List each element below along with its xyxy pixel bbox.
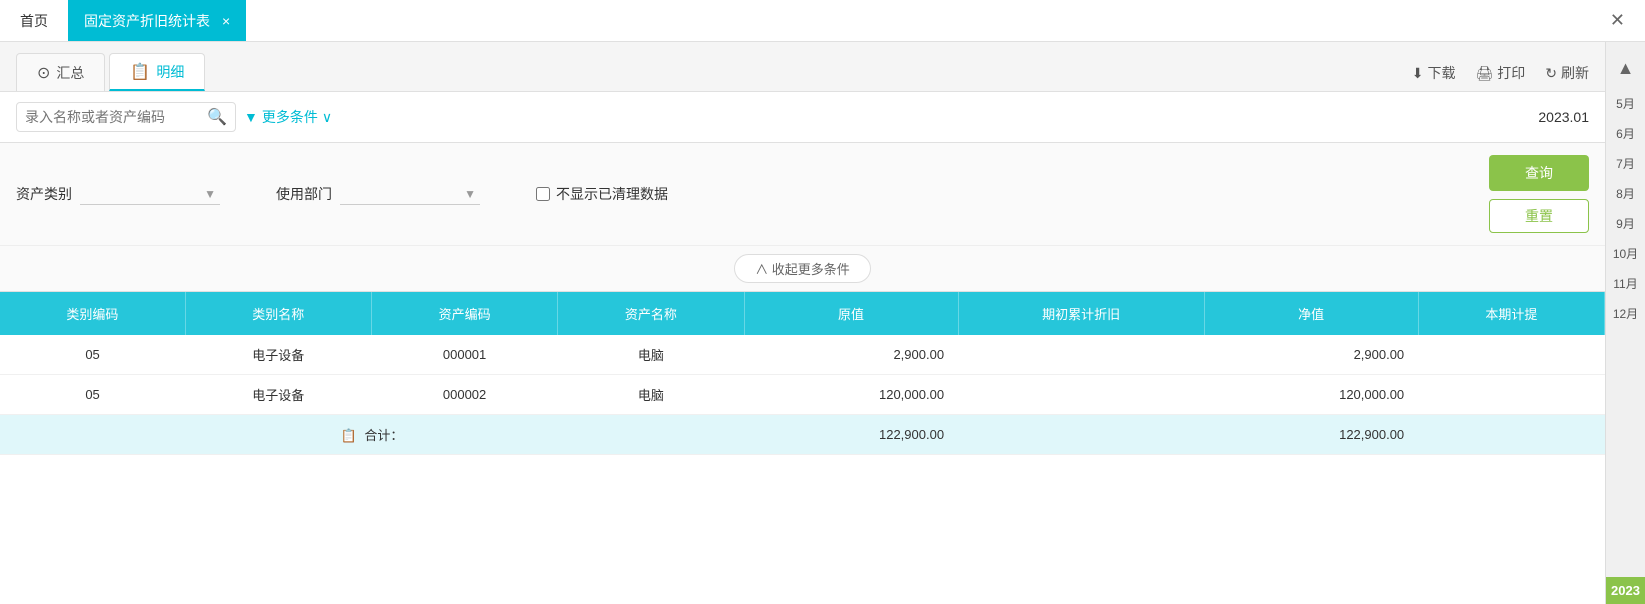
search-input[interactable] (25, 109, 207, 125)
data-table: 类别编码 类别名称 资产编码 资产名称 原值 期初累计折旧 净值 本期计提 05… (0, 292, 1605, 455)
cell-category-name: 电子设备 (185, 335, 371, 375)
cell-net-value: 120,000.00 (1204, 375, 1418, 415)
tab-detail-label: 明细 (156, 62, 184, 82)
asset-category-select[interactable] (80, 184, 220, 205)
col-asset-name: 资产名称 (558, 292, 744, 335)
sidebar-months: 5月6月7月8月9月10月11月12月 (1613, 88, 1638, 328)
download-icon: ⬇ (1412, 65, 1424, 82)
no-clear-label: 不显示已清理数据 (556, 184, 668, 204)
sidebar-month-item[interactable]: 8月 (1613, 178, 1638, 208)
sidebar-up-button[interactable]: ▲ (1608, 50, 1644, 86)
more-filters-button[interactable]: ▼ 更多条件 ∨ (244, 107, 332, 127)
collapse-button[interactable]: ∧ 收起更多条件 (734, 254, 871, 283)
print-label: 打印 (1497, 63, 1525, 83)
table-row: 05 电子设备 000002 电脑 120,000.00 120,000.00 (0, 375, 1605, 415)
reset-button[interactable]: 重置 (1489, 199, 1589, 233)
sub-tabs-bar: ⊙ 汇总 📋 明细 ⬇ 下载 🖨 打印 ↻ 刷新 (0, 42, 1605, 92)
cell-original-value: 2,900.00 (744, 335, 958, 375)
print-button[interactable]: 🖨 打印 (1475, 63, 1525, 83)
usage-dept-select-wrap: ▼ (340, 184, 480, 205)
cell-asset-name: 电脑 (558, 335, 744, 375)
total-accumulated-dep (958, 415, 1204, 455)
more-filters-label: 更多条件 (262, 107, 318, 127)
download-button[interactable]: ⬇ 下载 (1412, 63, 1456, 83)
window-close-button[interactable]: ✕ (1590, 0, 1645, 41)
home-tab[interactable]: 首页 (0, 0, 68, 41)
cell-accumulated-dep (958, 375, 1204, 415)
query-button[interactable]: 查询 (1489, 155, 1589, 191)
total-icon: 📋 (341, 428, 357, 443)
collapse-row: ∧ 收起更多条件 (0, 246, 1605, 292)
active-tab-label: 固定资产折旧统计表 (84, 11, 210, 31)
asset-category-label: 资产类别 (16, 184, 72, 204)
right-sidebar: ▲ 5月6月7月8月9月10月11月12月 2023 (1605, 42, 1645, 604)
no-clear-checkbox[interactable] (536, 187, 550, 201)
no-clear-checkbox-group: 不显示已清理数据 (536, 184, 668, 204)
content-area: ⊙ 汇总 📋 明细 ⬇ 下载 🖨 打印 ↻ 刷新 (0, 42, 1645, 604)
sidebar-month-item[interactable]: 5月 (1613, 88, 1638, 118)
cell-category-name: 电子设备 (185, 375, 371, 415)
refresh-button[interactable]: ↻ 刷新 (1545, 63, 1589, 83)
col-current-dep: 本期计提 (1418, 292, 1604, 335)
refresh-label: 刷新 (1561, 63, 1589, 83)
total-label: 📋 合计： (0, 415, 744, 455)
sidebar-month-item[interactable]: 9月 (1613, 208, 1638, 238)
sidebar-month-item[interactable]: 11月 (1613, 268, 1638, 298)
search-icon[interactable]: 🔍 (207, 107, 227, 127)
detail-icon: 📋 (130, 62, 150, 82)
total-current-dep (1418, 415, 1604, 455)
cell-net-value: 2,900.00 (1204, 335, 1418, 375)
cell-asset-code: 000001 (371, 335, 557, 375)
asset-category-filter: 资产类别 ▼ (16, 184, 236, 205)
sidebar-year[interactable]: 2023 (1606, 577, 1645, 604)
sidebar-month-item[interactable]: 6月 (1613, 118, 1638, 148)
total-original-value: 122,900.00 (744, 415, 958, 455)
col-original-value: 原值 (744, 292, 958, 335)
action-buttons: 查询 重置 (1489, 155, 1589, 233)
col-category-code: 类别编码 (0, 292, 185, 335)
toolbar-right: ⬇ 下载 🖨 打印 ↻ 刷新 (1412, 63, 1589, 83)
table-wrap: 类别编码 类别名称 资产编码 资产名称 原值 期初累计折旧 净值 本期计提 05… (0, 292, 1605, 604)
sidebar-month-item[interactable]: 7月 (1613, 148, 1638, 178)
tab-close-button[interactable]: × (222, 13, 230, 29)
date-display: 2023.01 (1538, 109, 1589, 125)
tab-summary[interactable]: ⊙ 汇总 (16, 53, 105, 91)
asset-category-select-wrap: ▼ (80, 184, 220, 205)
cell-asset-code: 000002 (371, 375, 557, 415)
download-label: 下载 (1427, 63, 1455, 83)
col-net-value: 净值 (1204, 292, 1418, 335)
cell-original-value: 120,000.00 (744, 375, 958, 415)
chevron-down-icon: ∨ (322, 109, 332, 126)
table-row: 05 电子设备 000001 电脑 2,900.00 2,900.00 (0, 335, 1605, 375)
table-total-row: 📋 合计： 122,900.00 122,900.00 (0, 415, 1605, 455)
top-nav: 首页 固定资产折旧统计表 × ✕ (0, 0, 1645, 42)
usage-dept-filter: 使用部门 ▼ (276, 184, 496, 205)
search-bar: 🔍 ▼ 更多条件 ∨ 2023.01 (0, 92, 1605, 143)
filter-icon: ▼ (244, 109, 258, 125)
table-header-row: 类别编码 类别名称 资产编码 资产名称 原值 期初累计折旧 净值 本期计提 (0, 292, 1605, 335)
cell-category-code: 05 (0, 375, 185, 415)
total-net-value: 122,900.00 (1204, 415, 1418, 455)
col-asset-code: 资产编码 (371, 292, 557, 335)
summary-icon: ⊙ (37, 63, 50, 83)
cell-category-code: 05 (0, 335, 185, 375)
cell-current-dep (1418, 375, 1604, 415)
refresh-icon: ↻ (1545, 65, 1557, 82)
cell-accumulated-dep (958, 335, 1204, 375)
sidebar-month-item[interactable]: 12月 (1613, 298, 1638, 328)
usage-dept-select[interactable] (340, 184, 480, 205)
main-panel: ⊙ 汇总 📋 明细 ⬇ 下载 🖨 打印 ↻ 刷新 (0, 42, 1605, 604)
filter-row: 资产类别 ▼ 使用部门 ▼ 不显示已清理数 (0, 143, 1605, 246)
cell-asset-name: 电脑 (558, 375, 744, 415)
cell-current-dep (1418, 335, 1604, 375)
col-category-name: 类别名称 (185, 292, 371, 335)
active-tab[interactable]: 固定资产折旧统计表 × (68, 0, 246, 41)
col-accumulated-dep: 期初累计折旧 (958, 292, 1204, 335)
usage-dept-label: 使用部门 (276, 184, 332, 204)
sidebar-month-item[interactable]: 10月 (1613, 238, 1638, 268)
tab-detail[interactable]: 📋 明细 (109, 53, 205, 91)
print-icon: 🖨 (1475, 65, 1493, 82)
search-input-wrap: 🔍 (16, 102, 236, 132)
tab-summary-label: 汇总 (56, 63, 84, 83)
